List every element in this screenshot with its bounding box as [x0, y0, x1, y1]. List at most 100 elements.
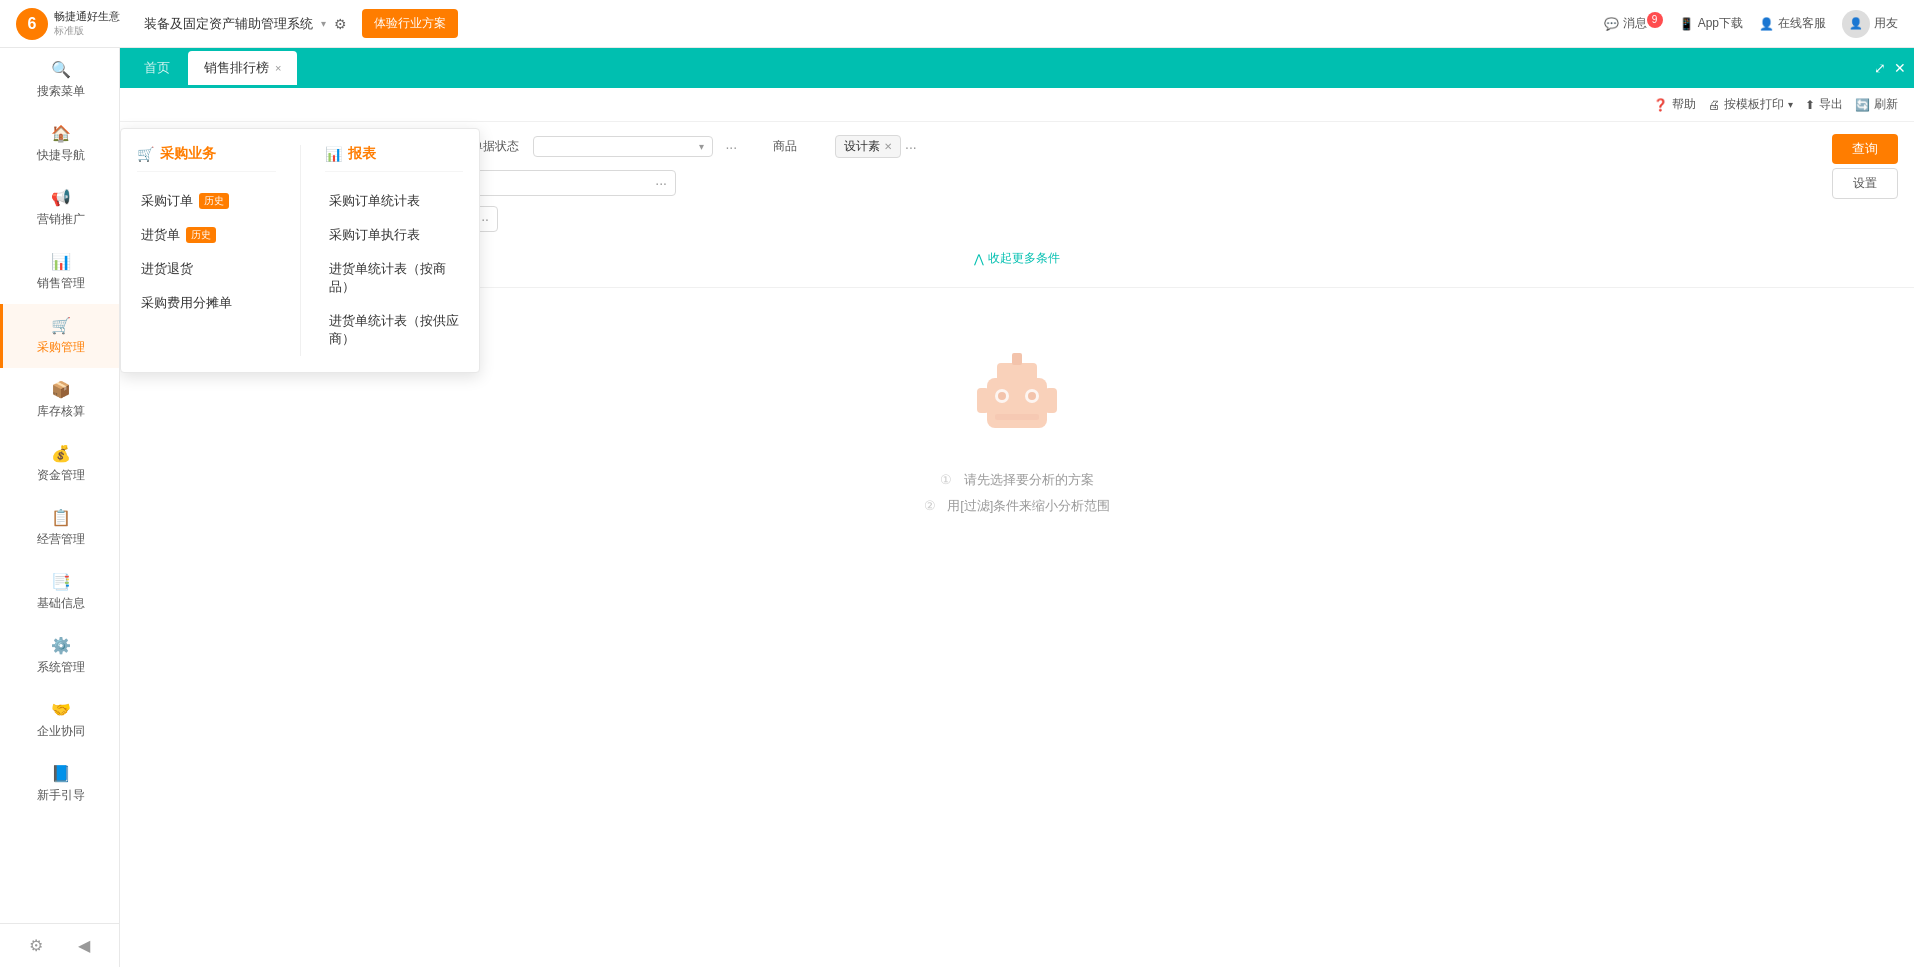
sidebar-item-stock[interactable]: 📦 库存核算	[0, 368, 119, 432]
logo-area: 6 畅捷通好生意 标准版	[16, 8, 136, 40]
goods-receipt-history-badge: 历史	[186, 227, 216, 243]
svg-rect-9	[995, 414, 1039, 420]
salesperson-select[interactable]: ···	[476, 170, 676, 196]
sales-icon: 📊	[51, 252, 71, 271]
sidebar: 🔍 搜索菜单 🏠 快捷导航 📢 营销推广 📊 销售管理 🛒 采购管理 📦 库存核…	[0, 48, 120, 967]
header-right: 💬 消息 9 📱 App下载 👤 在线客服 👤 用友	[1604, 10, 1898, 38]
setting-button[interactable]: 设置	[1832, 168, 1898, 199]
tab-bar: 首页 销售排行榜 × ⤢ ✕	[120, 48, 1914, 88]
sidebar-item-enterprise[interactable]: 🤝 企业协同	[0, 688, 119, 752]
online-service-button[interactable]: 👤 在线客服	[1759, 15, 1826, 32]
app-download-button[interactable]: 📱 App下载	[1679, 15, 1743, 32]
query-buttons: 查询 设置	[1832, 134, 1898, 199]
popup-goods-return[interactable]: 进货退货	[137, 252, 276, 286]
tab-maximize-icon[interactable]: ⤢	[1874, 60, 1886, 76]
main-content: 首页 销售排行榜 × ⤢ ✕ ❓ 帮助 🖨 按模板打印	[120, 48, 1914, 967]
toolbar-row: ❓ 帮助 🖨 按模板打印 ▾ ⬆ 导出 🔄 刷新	[120, 88, 1914, 122]
popup-purchase-order-exec[interactable]: 采购订单执行表	[325, 218, 464, 252]
system-title-area: 装备及固定资产辅助管理系统 ▾	[144, 15, 326, 33]
popup-divider	[300, 145, 301, 356]
user-avatar: 👤	[1842, 10, 1870, 38]
sidebar-item-search[interactable]: 🔍 搜索菜单	[0, 48, 119, 112]
sidebar-item-newcomer[interactable]: 📘 新手引导	[0, 752, 119, 816]
print-icon: 🖨	[1708, 98, 1720, 112]
popup-purchase-order[interactable]: 采购订单 历史	[137, 184, 276, 218]
voucher-status-dropdown-icon: ▾	[699, 141, 704, 152]
voucher-status-select[interactable]: ▾	[533, 136, 713, 157]
sidebar-settings-button[interactable]: ⚙	[29, 936, 43, 955]
svg-point-5	[998, 392, 1006, 400]
sidebar-item-marketing[interactable]: 📢 营销推广	[0, 176, 119, 240]
export-button[interactable]: ⬆ 导出	[1805, 96, 1843, 113]
empty-hint-2: ② 用[过滤]条件来缩小分析范围	[924, 493, 1111, 519]
sidebar-item-finance[interactable]: 💰 资金管理	[0, 432, 119, 496]
svg-rect-1	[997, 363, 1037, 383]
print-button[interactable]: 🖨 按模板打印 ▾	[1708, 96, 1793, 113]
tab-home[interactable]: 首页	[128, 51, 186, 85]
sidebar-item-quick-nav[interactable]: 🏠 快捷导航	[0, 112, 119, 176]
popup-goods-stat-by-goods[interactable]: 进货单统计表（按商品）	[325, 252, 464, 304]
popup-purchase-order-stat[interactable]: 采购订单统计表	[325, 184, 464, 218]
newcomer-icon: 📘	[51, 764, 71, 783]
goods-more-dots[interactable]: ···	[905, 139, 917, 155]
logo-sub: 标准版	[54, 24, 120, 38]
sidebar-item-system[interactable]: ⚙️ 系统管理	[0, 624, 119, 688]
goods-label: 商品	[773, 138, 823, 155]
popup-goods-receipt[interactable]: 进货单 历史	[137, 218, 276, 252]
marketing-icon: 📢	[51, 188, 71, 207]
sidebar-bottom: ⚙ ◀	[0, 923, 119, 967]
user-menu-button[interactable]: 👤 用友	[1842, 10, 1898, 38]
print-dropdown-icon: ▾	[1788, 99, 1793, 110]
svg-rect-0	[987, 378, 1047, 428]
goods-tag-close[interactable]: ✕	[884, 141, 892, 152]
query-button[interactable]: 查询	[1832, 134, 1898, 164]
sidebar-item-purchase[interactable]: 🛒 采购管理	[0, 304, 119, 368]
goods-filter: 设计素 ✕ ···	[835, 135, 917, 158]
enterprise-icon: 🤝	[51, 700, 71, 719]
service-icon: 👤	[1759, 17, 1774, 31]
purchase-order-history-badge: 历史	[199, 193, 229, 209]
purchase-business-col: 🛒 采购业务 采购订单 历史 进货单 历史	[137, 145, 276, 356]
voucher-status-more-dots[interactable]: ···	[725, 139, 737, 155]
purchase-icon: 🛒	[51, 316, 71, 335]
sidebar-item-basic-info[interactable]: 📑 基础信息	[0, 560, 119, 624]
collapse-icon: ⋀	[974, 252, 984, 266]
system-icon: ⚙️	[51, 636, 71, 655]
tab-close-all-icon[interactable]: ✕	[1894, 60, 1906, 76]
phone-icon: 📱	[1679, 17, 1694, 31]
settings-gear-button[interactable]: ⚙	[326, 10, 354, 38]
salesperson-more-dots[interactable]: ···	[655, 175, 667, 191]
logo-text: 畅捷通好生意	[54, 9, 120, 23]
popup-purchase-expense[interactable]: 采购费用分摊单	[137, 286, 276, 320]
export-icon: ⬆	[1805, 98, 1815, 112]
svg-rect-2	[1012, 353, 1022, 365]
sidebar-item-sales[interactable]: 📊 销售管理	[0, 240, 119, 304]
operations-icon: 📋	[51, 508, 71, 527]
messages-button[interactable]: 💬 消息 9	[1604, 15, 1663, 32]
help-icon: ❓	[1653, 98, 1668, 112]
main-layout: 🔍 搜索菜单 🏠 快捷导航 📢 营销推广 📊 销售管理 🛒 采购管理 📦 库存核…	[0, 48, 1914, 967]
svg-rect-7	[977, 388, 989, 413]
purchase-popup-menu: 🛒 采购业务 采购订单 历史 进货单 历史	[120, 128, 480, 373]
tab-bar-right: ⤢ ✕	[1874, 60, 1906, 76]
help-button[interactable]: ❓ 帮助	[1653, 96, 1696, 113]
logo-icon: 6	[16, 8, 48, 40]
system-title: 装备及固定资产辅助管理系统	[144, 15, 313, 33]
tab-close-icon[interactable]: ×	[275, 62, 281, 74]
industry-button[interactable]: 体验行业方案	[362, 9, 458, 38]
message-badge: 9	[1647, 12, 1663, 28]
popup-goods-stat-by-supplier[interactable]: 进货单统计表（按供应商）	[325, 304, 464, 356]
goods-tag: 设计素 ✕	[835, 135, 901, 158]
sidebar-item-operations[interactable]: 📋 经营管理	[0, 496, 119, 560]
top-header: 6 畅捷通好生意 标准版 装备及固定资产辅助管理系统 ▾ ⚙ 体验行业方案 💬 …	[0, 0, 1914, 48]
home-icon: 🏠	[51, 124, 71, 143]
empty-hint-1: ① 请先选择要分析的方案	[940, 467, 1094, 493]
collapse-button[interactable]: ⋀ 收起更多条件	[974, 250, 1060, 267]
sidebar-collapse-button[interactable]: ◀	[78, 936, 90, 955]
message-icon: 💬	[1604, 17, 1619, 31]
search-icon: 🔍	[51, 60, 71, 79]
content-area: ❓ 帮助 🖨 按模板打印 ▾ ⬆ 导出 🔄 刷新	[120, 88, 1914, 967]
report-col-title: 📊 报表	[325, 145, 464, 172]
refresh-button[interactable]: 🔄 刷新	[1855, 96, 1898, 113]
tab-sales-rank[interactable]: 销售排行榜 ×	[188, 51, 297, 85]
